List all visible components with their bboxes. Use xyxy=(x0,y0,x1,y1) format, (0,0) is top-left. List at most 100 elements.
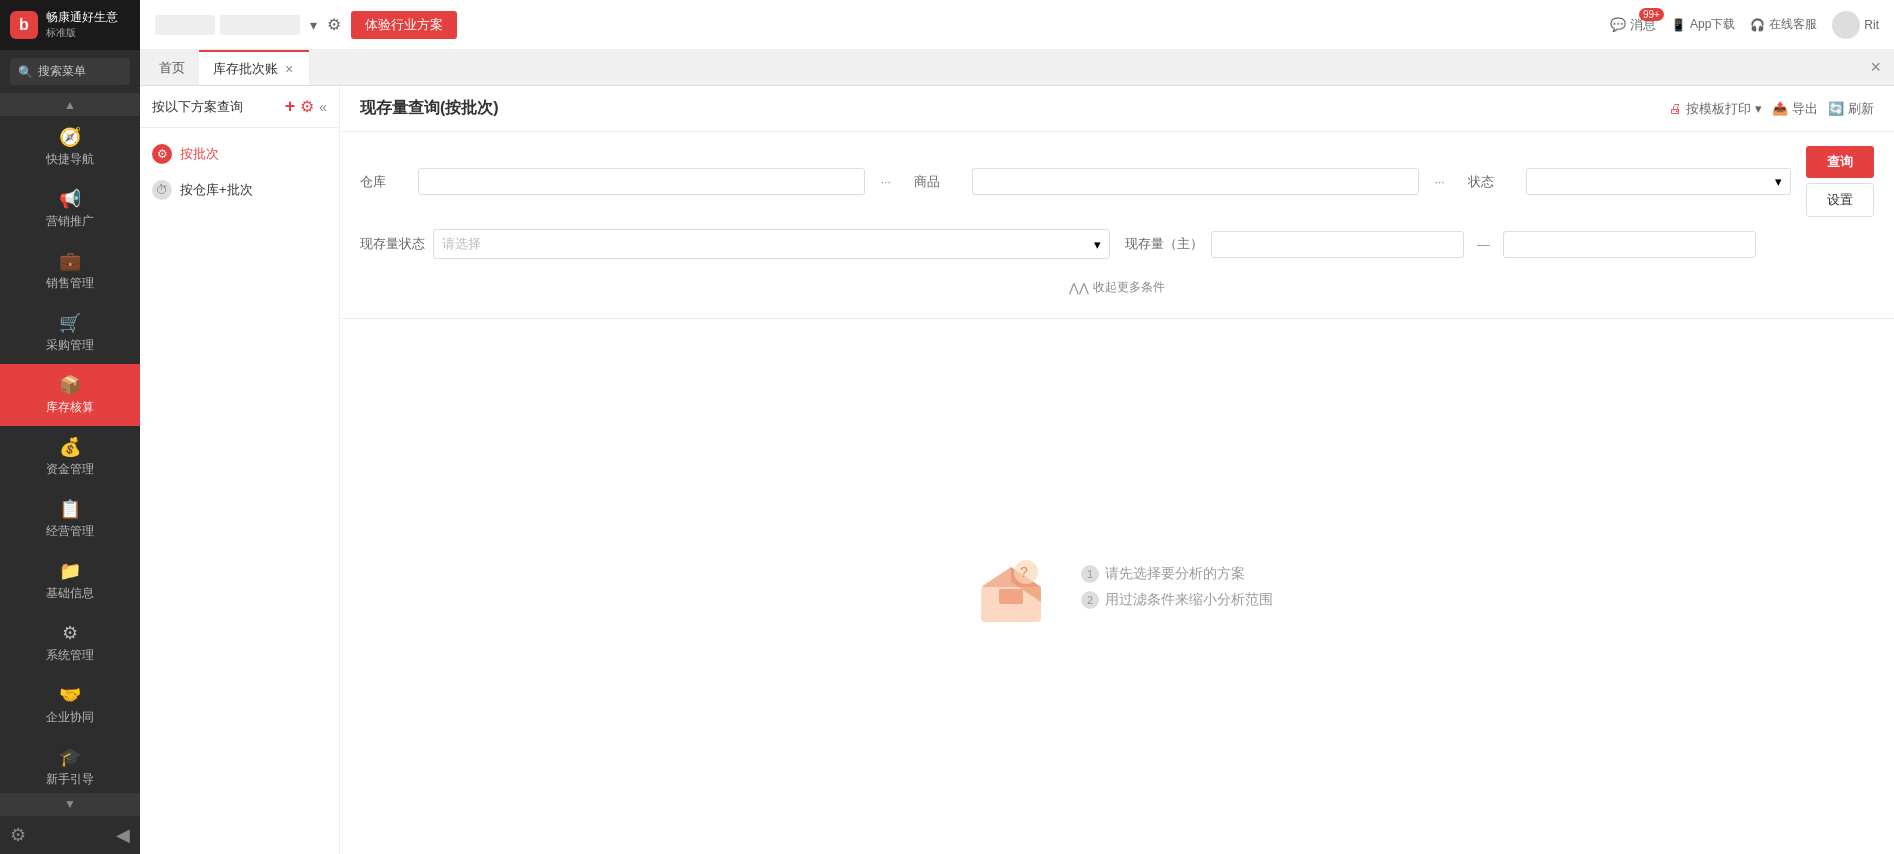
tip-num-2: 2 xyxy=(1081,591,1099,609)
add-schema-button[interactable]: + xyxy=(285,96,296,117)
left-panel: 按以下方案查询 + ⚙ « ⚙ 按批次 ⏱ 按仓库+批次 xyxy=(140,86,340,854)
stock-qty-max-input[interactable] xyxy=(1503,231,1756,258)
sidebar-item-operation[interactable]: 📋 经营管理 xyxy=(0,488,140,550)
purchase-label: 采购管理 xyxy=(46,337,94,354)
sidebar-item-newuser[interactable]: 🎓 新手引导 xyxy=(0,736,140,793)
svg-rect-3 xyxy=(999,589,1023,604)
sidebar-nav: 🧭 快捷导航 📢 营销推广 💼 销售管理 🛒 采购管理 📦 库存核算 💰 资金管… xyxy=(0,116,140,793)
online-service-button[interactable]: 🎧 在线客服 xyxy=(1750,16,1817,33)
export-button[interactable]: 📤 导出 xyxy=(1772,100,1818,118)
sidebar-item-finance[interactable]: 💰 资金管理 xyxy=(0,426,140,488)
industry-solution-button[interactable]: 体验行业方案 xyxy=(351,11,457,39)
scroll-down-button[interactable]: ▼ xyxy=(62,795,78,813)
empty-tips: 1 请先选择要分析的方案 2 用过滤条件来缩小分析范围 xyxy=(1081,565,1273,609)
status-filter-select[interactable]: ▾ xyxy=(1526,168,1791,195)
empty-tip-2-text: 用过滤条件来缩小分析范围 xyxy=(1105,591,1273,609)
stock-qty-min-input[interactable] xyxy=(1211,231,1464,258)
filter-group-stock-status: 现存量状态 请选择 ▾ xyxy=(360,229,1110,259)
tab-close-button[interactable]: × xyxy=(283,61,295,77)
collapse-more-button[interactable]: ⋀⋀ 收起更多条件 xyxy=(360,271,1874,304)
stock-status-arrow: ▾ xyxy=(1094,237,1101,252)
sidebar-item-quick-nav[interactable]: 🧭 快捷导航 xyxy=(0,116,140,178)
footer-collapse-button[interactable]: ◀ xyxy=(116,824,130,846)
basic-label: 基础信息 xyxy=(46,585,94,602)
avatar xyxy=(1832,11,1860,39)
filter-group-status: 状态 ▾ xyxy=(1468,168,1791,195)
topbar-dropdown-button[interactable]: ▾ xyxy=(310,17,317,33)
export-label: 导出 xyxy=(1792,100,1818,118)
settings-filter-button[interactable]: 设置 xyxy=(1806,183,1874,217)
topbar-right: 💬 消息 99+ 📱 App下载 🎧 在线客服 Rit xyxy=(1610,11,1879,39)
print-icon: 🖨 xyxy=(1669,101,1682,116)
panel-close-button[interactable]: × xyxy=(1862,57,1889,78)
topbar-breadcrumb xyxy=(155,15,300,35)
empty-tip-1-text: 请先选择要分析的方案 xyxy=(1105,565,1245,583)
system-icon: ⚙ xyxy=(62,622,78,644)
app-logo: b xyxy=(10,11,38,39)
quick-nav-label: 快捷导航 xyxy=(46,151,94,168)
print-button[interactable]: 🖨 按模板打印 ▾ xyxy=(1669,100,1762,118)
left-panel-actions: + ⚙ « xyxy=(285,96,327,117)
schema-label-by-batch: 按批次 xyxy=(180,145,219,163)
schema-settings-button[interactable]: ⚙ xyxy=(300,97,314,116)
filter-group-stock-qty: 现存量（主） — xyxy=(1125,231,1875,258)
topbar-settings-button[interactable]: ⚙ xyxy=(327,15,341,34)
service-icon: 🎧 xyxy=(1750,18,1765,32)
sidebar-item-system[interactable]: ⚙ 系统管理 xyxy=(0,612,140,674)
sidebar-item-enterprise[interactable]: 🤝 企业协同 xyxy=(0,674,140,736)
empty-tip-2: 2 用过滤条件来缩小分析范围 xyxy=(1081,591,1273,609)
operation-icon: 📋 xyxy=(59,498,81,520)
message-button[interactable]: 💬 消息 99+ xyxy=(1610,16,1656,34)
stock-qty-dash: — xyxy=(1472,237,1495,252)
app-version: 标准版 xyxy=(46,26,118,40)
collapse-more-label: 收起更多条件 xyxy=(1093,279,1165,296)
sidebar-item-purchase[interactable]: 🛒 采购管理 xyxy=(0,302,140,364)
sidebar-item-marketing[interactable]: 📢 营销推广 xyxy=(0,178,140,240)
stock-status-select[interactable]: 请选择 ▾ xyxy=(433,229,1110,259)
user-menu-button[interactable]: Rit xyxy=(1832,11,1879,39)
finance-icon: 💰 xyxy=(59,436,81,458)
print-dropdown-icon: ▾ xyxy=(1755,101,1762,116)
sidebar-item-basic[interactable]: 📁 基础信息 xyxy=(0,550,140,612)
schema-label-by-warehouse-batch: 按仓库+批次 xyxy=(180,181,253,199)
schema-item-by-warehouse-batch[interactable]: ⏱ 按仓库+批次 xyxy=(140,172,339,208)
warehouse-filter-input[interactable] xyxy=(418,168,865,195)
tab-inventory-batch[interactable]: 库存批次账 × xyxy=(199,50,309,85)
tab-home-label: 首页 xyxy=(159,59,185,77)
refresh-label: 刷新 xyxy=(1848,100,1874,118)
filter-row-1: 仓库 ··· 商品 ··· 状态 ▾ xyxy=(360,146,1874,217)
tab-home[interactable]: 首页 xyxy=(145,50,199,85)
filter-group-warehouse: 仓库 ··· xyxy=(360,168,899,195)
sidebar-item-inventory[interactable]: 📦 库存核算 xyxy=(0,364,140,426)
page-actions: 🖨 按模板打印 ▾ 📤 导出 🔄 刷新 xyxy=(1669,100,1874,118)
schema-icon-by-warehouse-batch: ⏱ xyxy=(152,180,172,200)
tabbar: 首页 库存批次账 × × xyxy=(140,50,1894,86)
schema-item-by-batch[interactable]: ⚙ 按批次 xyxy=(140,136,339,172)
print-label: 按模板打印 xyxy=(1686,100,1751,118)
left-panel-header: 按以下方案查询 + ⚙ « xyxy=(140,86,339,128)
sidebar-footer: ⚙ ◀ xyxy=(0,815,140,854)
warehouse-filter-label: 仓库 xyxy=(360,173,410,191)
app-name: 畅康通好生意 xyxy=(46,10,118,26)
search-icon: 🔍 xyxy=(18,65,33,79)
stock-status-label: 现存量状态 xyxy=(360,235,425,253)
empty-tip-1: 1 请先选择要分析的方案 xyxy=(1081,565,1273,583)
query-button[interactable]: 查询 xyxy=(1806,146,1874,178)
sidebar-item-sales[interactable]: 💼 销售管理 xyxy=(0,240,140,302)
scroll-up-button[interactable]: ▲ xyxy=(62,96,78,114)
footer-settings-button[interactable]: ⚙ xyxy=(10,824,26,846)
product-filter-input[interactable] xyxy=(972,168,1419,195)
finance-label: 资金管理 xyxy=(46,461,94,478)
product-more-button[interactable]: ··· xyxy=(1427,172,1453,192)
search-menu-button[interactable]: 🔍 搜索菜单 xyxy=(10,58,130,85)
refresh-button[interactable]: 🔄 刷新 xyxy=(1828,100,1874,118)
page-title: 现存量查询(按批次) xyxy=(360,98,499,119)
warehouse-more-button[interactable]: ··· xyxy=(873,172,899,192)
left-panel-collapse-button[interactable]: « xyxy=(319,99,327,115)
stock-status-placeholder: 请选择 xyxy=(442,235,1089,253)
newuser-icon: 🎓 xyxy=(59,746,81,768)
quick-nav-icon: 🧭 xyxy=(59,126,81,148)
user-name: Rit xyxy=(1864,18,1879,32)
app-download-button[interactable]: 📱 App下载 xyxy=(1671,16,1735,33)
refresh-icon: 🔄 xyxy=(1828,101,1844,116)
